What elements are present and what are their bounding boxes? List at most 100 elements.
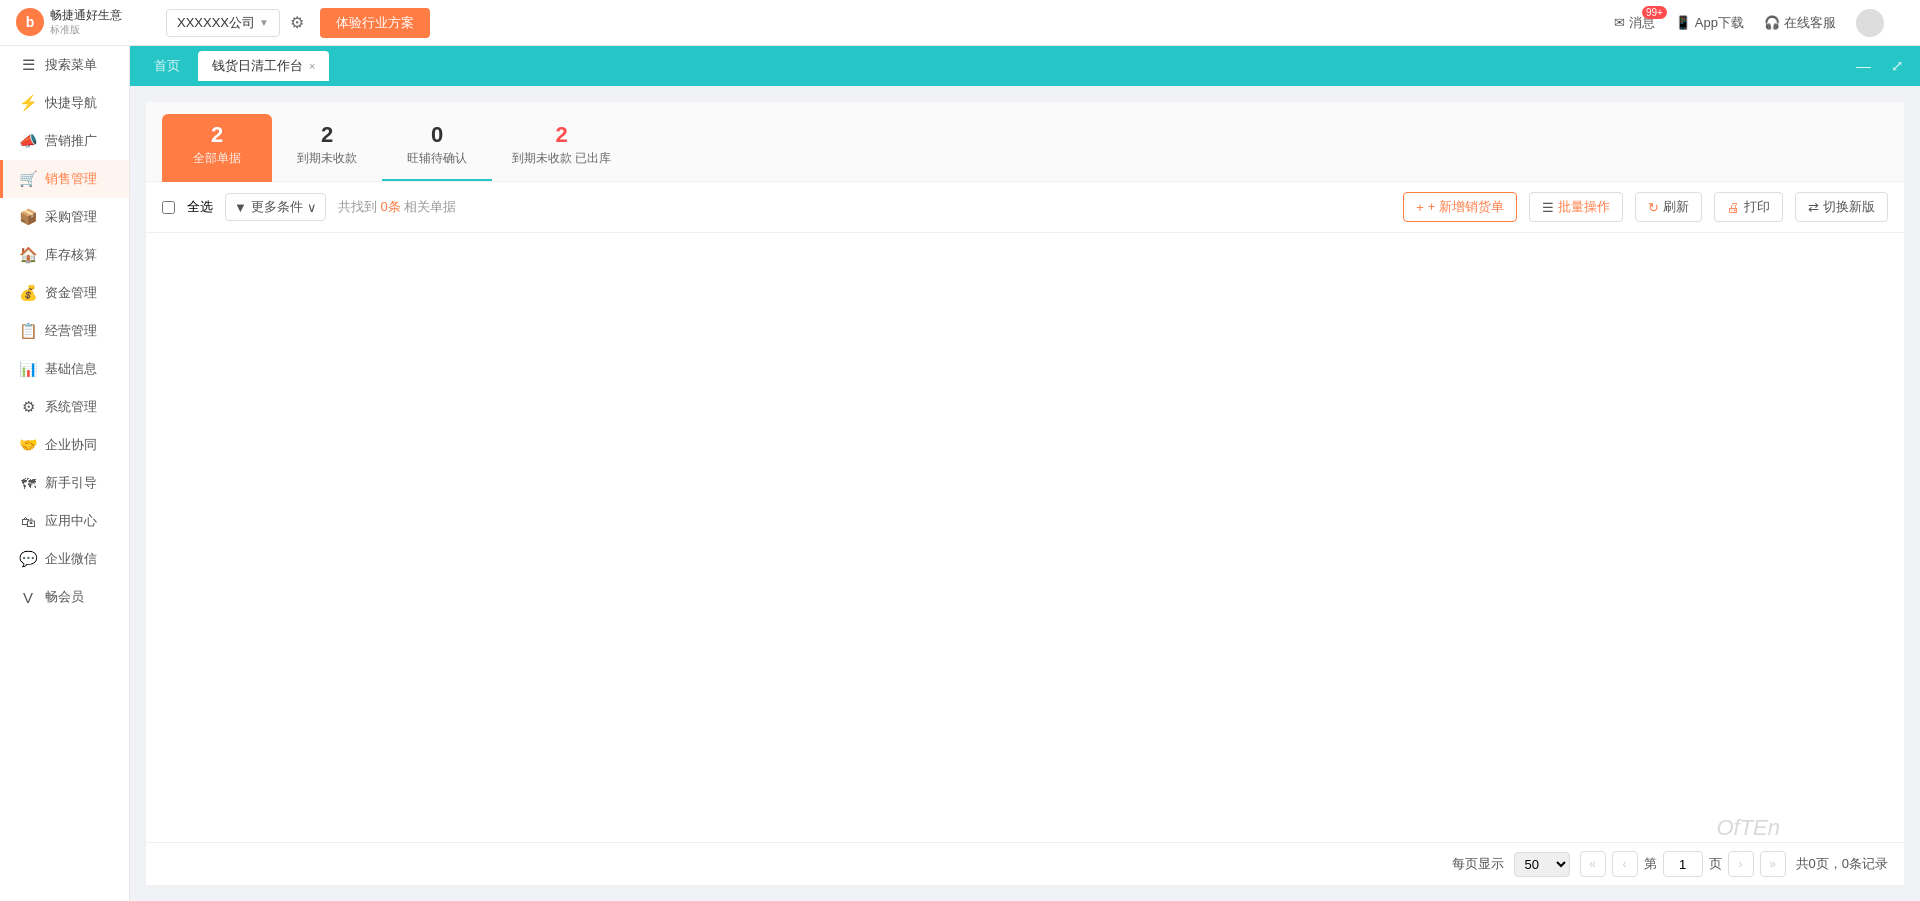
plus-icon: + (1416, 200, 1424, 215)
sidebar-item-member[interactable]: V 畅会员 (0, 578, 129, 616)
sidebar-item-inventory[interactable]: 🏠 库存核算 (0, 236, 129, 274)
system-icon: ⚙ (19, 398, 37, 416)
purchase-icon: 📦 (19, 208, 37, 226)
tab-close-icon[interactable]: × (309, 60, 315, 72)
footer: 每页显示 50 100 200 « ‹ 第 页 › » 共0页，0条记录 (146, 842, 1904, 885)
tab-label-all: 全部单据 (182, 150, 252, 167)
service-icon: 🎧 (1764, 15, 1780, 30)
switch-new-version-button[interactable]: ⇄ 切换新版 (1795, 192, 1888, 222)
sidebar-label-sales: 销售管理 (45, 170, 97, 188)
tab-count-all: 2 (182, 122, 252, 148)
page-next-button[interactable]: › (1728, 851, 1754, 877)
filter-icon: ▼ (234, 200, 247, 215)
select-all-checkbox[interactable] (162, 201, 175, 214)
empty-content-area (146, 233, 1904, 842)
app-download-button[interactable]: 📱 App下载 (1675, 14, 1744, 32)
quick-nav-icon: ⚡ (19, 94, 37, 112)
status-tab-wangwang[interactable]: 0 旺辅待确认 (382, 114, 492, 181)
print-button[interactable]: 🖨 打印 (1714, 192, 1783, 222)
search-menu-icon: ☰ (19, 56, 37, 74)
sidebar-item-marketing[interactable]: 📣 营销推广 (0, 122, 129, 160)
content-panel: 2 全部单据 2 到期未收款 0 旺辅待确认 2 到期未收款 已出库 全选 ▼ … (146, 102, 1904, 885)
tab-workbench-label: 钱货日清工作台 (212, 57, 303, 75)
logo-icon: b (16, 8, 44, 36)
tab-bar: 首页 钱货日清工作台 × — ⤢ (130, 46, 1920, 86)
batch-icon: ☰ (1542, 200, 1554, 215)
pagination: « ‹ 第 页 › » (1580, 851, 1786, 877)
status-tab-all[interactable]: 2 全部单据 (162, 114, 272, 182)
try-industry-button[interactable]: 体验行业方案 (320, 8, 430, 38)
top-header: b 畅捷通好生意 标准版 XXXXXX公司 ▼ ⚙ 体验行业方案 ✉ 消息 99… (0, 0, 1920, 46)
company-name: XXXXXX公司 (177, 14, 255, 32)
page-last-button[interactable]: » (1760, 851, 1786, 877)
tab-count-overdue-out: 2 (512, 122, 611, 148)
app-name: 畅捷通好生意 (50, 8, 122, 22)
filter-button[interactable]: ▼ 更多条件 ∨ (225, 193, 326, 221)
found-count: 0条 (381, 199, 401, 214)
total-records: 共0页，0条记录 (1796, 855, 1888, 873)
tab-maximize-icon[interactable]: ⤢ (1885, 55, 1910, 77)
sidebar-item-search-menu[interactable]: ☰ 搜索菜单 (0, 46, 129, 84)
chevron-down-icon: ▼ (259, 17, 269, 28)
sidebar-label-inventory: 库存核算 (45, 246, 97, 264)
wechat-icon: 💬 (19, 550, 37, 568)
company-selector[interactable]: XXXXXX公司 ▼ (166, 9, 280, 37)
sidebar-label-search-menu: 搜索菜单 (45, 56, 97, 74)
message-button[interactable]: ✉ 消息 99+ (1614, 14, 1655, 32)
download-icon: 📱 (1675, 15, 1691, 30)
page-prev-button[interactable]: ‹ (1612, 851, 1638, 877)
sidebar-label-member: 畅会员 (45, 588, 84, 606)
sidebar-item-quick-nav[interactable]: ⚡ 快捷导航 (0, 84, 129, 122)
main-content: 2 全部单据 2 到期未收款 0 旺辅待确认 2 到期未收款 已出库 全选 ▼ … (130, 86, 1920, 901)
tab-minimize-icon[interactable]: — (1850, 55, 1877, 77)
guide-icon: 🗺 (19, 475, 37, 492)
sidebar-label-enterprise: 企业协同 (45, 436, 97, 454)
tab-count-wangwang: 0 (402, 122, 472, 148)
avatar[interactable] (1856, 9, 1884, 37)
sidebar-label-basic: 基础信息 (45, 360, 97, 378)
tab-label-wangwang: 旺辅待确认 (402, 150, 472, 167)
sidebar-item-enterprise[interactable]: 🤝 企业协同 (0, 426, 129, 464)
message-badge: 99+ (1642, 6, 1667, 19)
online-service-button[interactable]: 🎧 在线客服 (1764, 14, 1836, 32)
batch-operation-button[interactable]: ☰ 批量操作 (1529, 192, 1623, 222)
settings-icon[interactable]: ⚙ (290, 13, 304, 32)
sidebar-item-operation[interactable]: 📋 经营管理 (0, 312, 129, 350)
sidebar-label-finance: 资金管理 (45, 284, 97, 302)
tab-bar-actions: — ⤢ (1850, 55, 1910, 77)
enterprise-icon: 🤝 (19, 436, 37, 454)
page-suffix: 页 (1709, 855, 1722, 873)
select-all-label: 全选 (187, 198, 213, 216)
sidebar-item-app-center[interactable]: 🛍 应用中心 (0, 502, 129, 540)
found-text: 共找到 0条 相关单据 (338, 198, 456, 216)
status-tab-overdue-out[interactable]: 2 到期未收款 已出库 (492, 114, 631, 181)
sidebar-label-operation: 经营管理 (45, 322, 97, 340)
sidebar-item-sales[interactable]: 🛒 销售管理 (0, 160, 129, 198)
tab-home[interactable]: 首页 (140, 51, 194, 81)
add-sales-order-button[interactable]: + + 新增销货单 (1403, 192, 1517, 222)
sidebar-item-purchase[interactable]: 📦 采购管理 (0, 198, 129, 236)
sidebar-item-finance[interactable]: 💰 资金管理 (0, 274, 129, 312)
sidebar: ☰ 搜索菜单 ⚡ 快捷导航 📣 营销推广 🛒 销售管理 📦 采购管理 🏠 库存核… (0, 46, 130, 901)
page-number-input[interactable] (1663, 851, 1703, 877)
sidebar-label-system: 系统管理 (45, 398, 97, 416)
page-first-button[interactable]: « (1580, 851, 1606, 877)
refresh-button[interactable]: ↻ 刷新 (1635, 192, 1702, 222)
marketing-icon: 📣 (19, 132, 37, 150)
sidebar-item-guide[interactable]: 🗺 新手引导 (0, 464, 129, 502)
logo-area: b 畅捷通好生意 标准版 (16, 8, 146, 36)
status-tab-overdue[interactable]: 2 到期未收款 (272, 114, 382, 181)
sidebar-label-wechat: 企业微信 (45, 550, 97, 568)
operation-icon: 📋 (19, 322, 37, 340)
sidebar-item-basic[interactable]: 📊 基础信息 (0, 350, 129, 388)
sidebar-item-wechat[interactable]: 💬 企业微信 (0, 540, 129, 578)
sidebar-item-system[interactable]: ⚙ 系统管理 (0, 388, 129, 426)
tab-label-overdue: 到期未收款 (292, 150, 362, 167)
tab-workbench[interactable]: 钱货日清工作台 × (198, 51, 329, 81)
tab-count-overdue: 2 (292, 122, 362, 148)
per-page-select[interactable]: 50 100 200 (1514, 852, 1570, 877)
tab-home-label: 首页 (154, 57, 180, 75)
sidebar-label-guide: 新手引导 (45, 474, 97, 492)
finance-icon: 💰 (19, 284, 37, 302)
sidebar-label-marketing: 营销推广 (45, 132, 97, 150)
